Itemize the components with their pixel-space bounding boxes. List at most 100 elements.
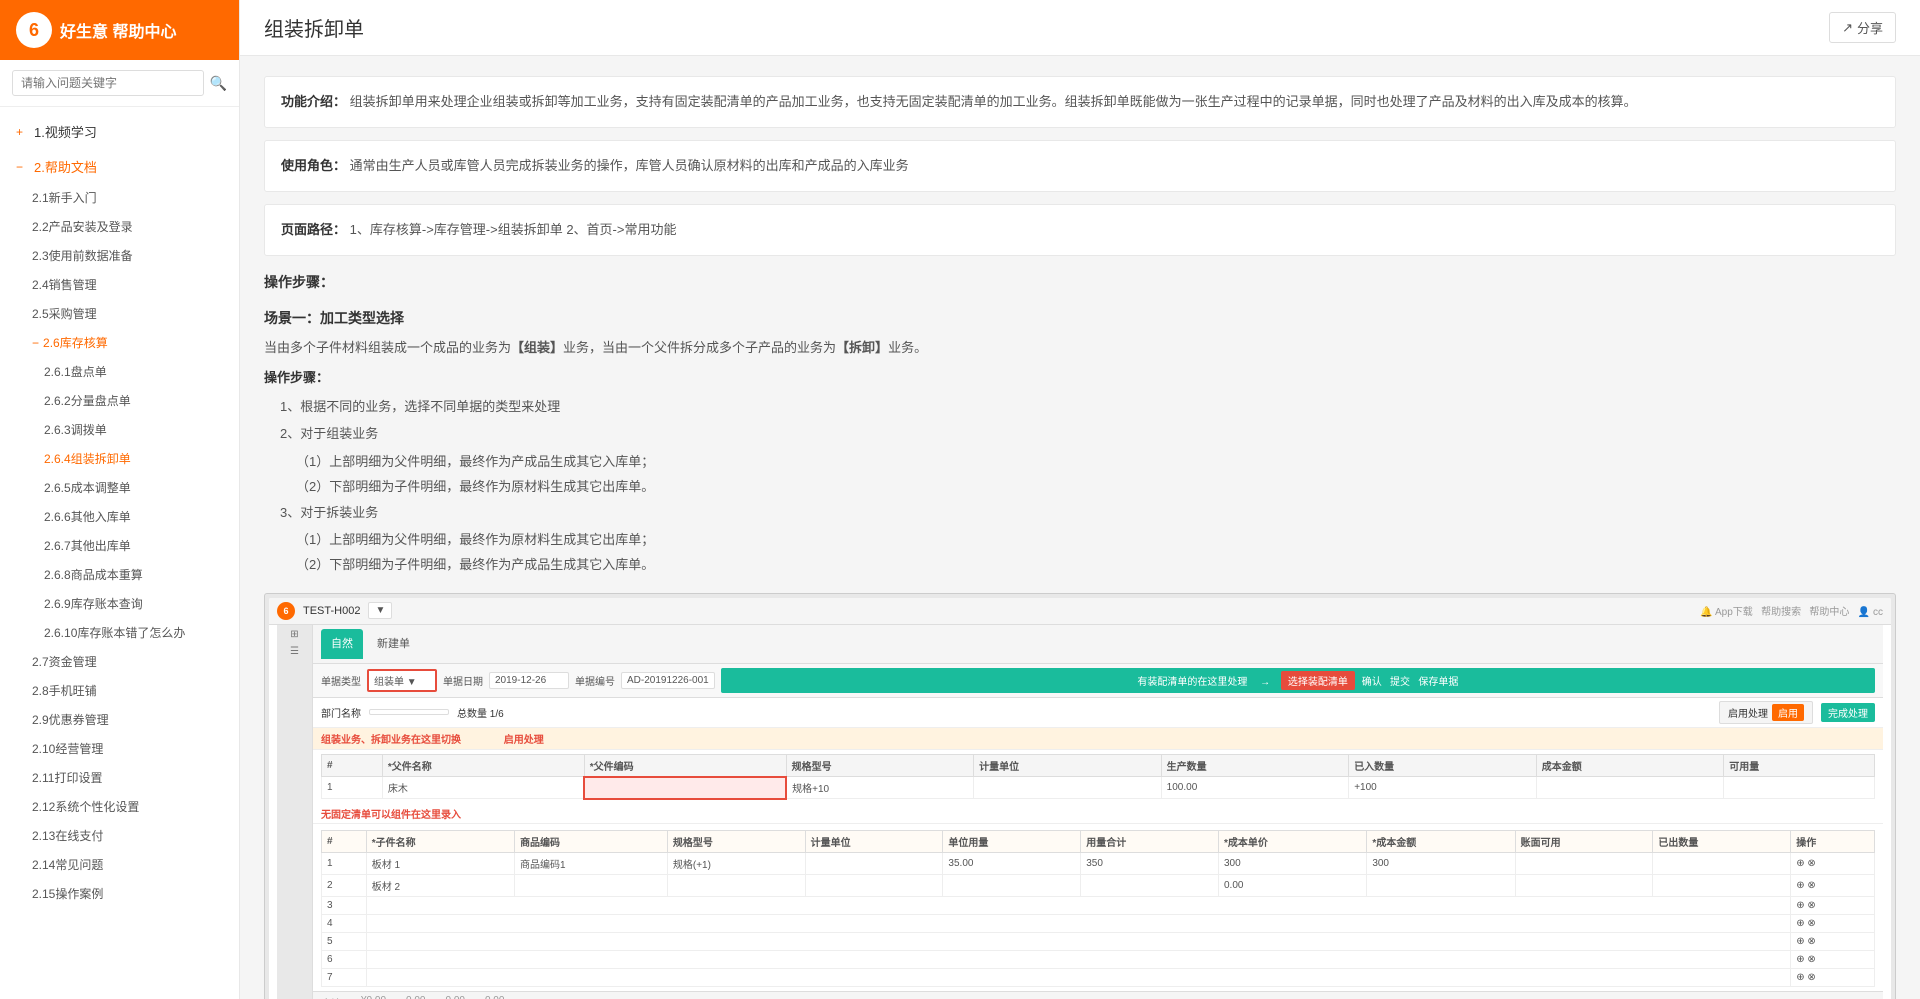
mock-enable-label: 启用处理 [1728,705,1768,720]
mock-topbar: 6 TEST-H002 ▼ 🔔 App下载 帮助搜索 帮助中心 👤 cc [269,598,1891,625]
step3: 3、对于拆装业务 [264,501,1896,524]
mock-icon-list: ☰ [290,646,299,657]
mock-select-bom-btn[interactable]: 选择装配清单 [1281,671,1355,690]
mock-cell-unit [974,777,1162,799]
mock-logo: 6 [277,602,295,620]
sidebar-item-cases[interactable]: 2.15操作案例 [0,879,239,908]
mock-cell-spec: 规格+10 [786,777,974,799]
mock-col-parent-name: *父件名称 [382,754,584,777]
mock-upper-row-1: 1 床木 规格+10 100.00 +100 [322,777,1875,799]
sidebar-item-label: 1.视频学习 [34,122,97,141]
sidebar-item-ledger-fix[interactable]: 2.6.10库存账本错了怎么办 [0,618,239,647]
mock-sub-col-unit: 计量单位 [805,830,943,852]
mock-order-label: 单据编号 [575,673,615,688]
sidebar-item-payment[interactable]: 2.13在线支付 [0,821,239,850]
mock-order-field[interactable]: AD-20191226-001 [621,672,715,689]
sidebar-item-ledger-query[interactable]: 2.6.9库存账本查询 [0,589,239,618]
sidebar-item-inventory[interactable]: − 2.6库存核算 [0,328,239,357]
sidebar-item-mobile[interactable]: 2.8手机旺铺 [0,676,239,705]
scene1-desc: 当由多个子件材料组装成一个成品的业务为【组装】业务，当由一个父件拆分成多个子产品… [264,336,1896,359]
nav-section-2: − 2.帮助文档 2.1新手入门 2.2产品安装及登录 2.3使用前数据准备 2… [0,150,239,908]
sidebar-item-finance[interactable]: 2.7资金管理 [0,647,239,676]
role-block: 使用角色： 通常由生产人员或库管人员完成拆装业务的操作，库管人员确认原材料的出库… [264,140,1896,192]
sidebar-item-cost-adjust[interactable]: 2.6.5成本调整单 [0,473,239,502]
mock-toolbar-1: 单据类型 组装单 ▼ 单据日期 2019-12-26 单据编号 AD-20191… [313,664,1883,698]
sidebar-item-sales[interactable]: 2.4销售管理 [0,270,239,299]
sidebar-item-docs[interactable]: − 2.帮助文档 [0,150,239,183]
mock-sub-col-total-qty: 用量合计 [1081,830,1219,852]
step1: 1、根据不同的业务，选择不同单据的类型来处理 [264,395,1896,418]
sidebar-item-video[interactable]: + 1.视频学习 [0,115,239,148]
app-logo-icon: 6 [16,12,52,48]
sidebar-item-purchase[interactable]: 2.5采购管理 [0,299,239,328]
role-label: 使用角色： [281,158,346,173]
mock-company: TEST-H002 [303,605,360,617]
mock-sub-row-5: 5 ⊕ ⊗ [322,932,1875,950]
search-input[interactable] [12,70,204,96]
mock-footer-total: 合计 [321,995,341,999]
mock-enable-box: 启用处理 启用 [1719,701,1813,724]
mock-sub-row-6: 6 ⊕ ⊗ [322,950,1875,968]
mock-dept-field[interactable] [369,709,449,715]
sidebar-item-partial-stocktake[interactable]: 2.6.2分量盘点单 [0,386,239,415]
mock-annotation-4: 无固定清单可以组件在这里录入 [313,804,1883,824]
mock-cell-seq: 1 [322,777,383,799]
mock-annotation-2-text: 组装业务、拆卸业务在这里切换 [321,735,461,746]
mock-sub-row-7: 7 ⊕ ⊗ [322,968,1875,986]
content-area: 功能介绍： 组装拆卸单用来处理企业组装或拆卸等加工业务，支持有固定装配清单的产品… [240,56,1920,999]
screenshot-container: 6 TEST-H002 ▼ 🔔 App下载 帮助搜索 帮助中心 👤 cc ⊞ ☰ [264,593,1896,999]
mock-annotation-3-text: 启用处理 [504,735,544,746]
mock-col-parent-code: *父件编码 [584,754,786,777]
mock-tab-new[interactable]: 新建单 [367,629,420,659]
mock-selector: ▼ [368,602,392,619]
mock-save-btn[interactable]: 完成处理 [1821,703,1875,722]
sidebar-item-install[interactable]: 2.2产品安装及登录 [0,212,239,241]
search-button[interactable]: 🔍 [210,75,227,92]
sidebar-item-personalize[interactable]: 2.12系统个性化设置 [0,792,239,821]
mock-col-in-qty: 已入数量 [1349,754,1537,777]
intro-label: 功能介绍： [281,94,346,109]
scene1-heading: 场景一：加工类型选择 [264,308,1896,328]
mock-upper-table: # *父件名称 *父件编码 规格型号 计量单位 生产数量 已入数量 成本金额 [321,754,1875,800]
mock-footer-cost1: ¥0.00 [361,995,386,999]
mock-dept-label: 部门名称 [321,705,361,720]
sidebar-item-other-in[interactable]: 2.6.6其他入库单 [0,502,239,531]
sidebar-item-coupon[interactable]: 2.9优惠券管理 [0,705,239,734]
mock-type-field[interactable]: 组装单 ▼ [367,669,437,692]
sidebar-item-other-out[interactable]: 2.6.7其他出库单 [0,531,239,560]
mock-sub-col-cost-amt: *成本金额 [1367,830,1515,852]
mock-date-label: 单据日期 [443,673,483,688]
mock-col-cost: 成本金额 [1536,754,1724,777]
mock-lower-table-container: # *子件名称 商品编码 规格型号 计量单位 单位用量 用量合计 *成本单价 [313,824,1883,991]
mock-cell-in-qty: +100 [1349,777,1537,799]
sidebar-item-transfer[interactable]: 2.6.3调拨单 [0,415,239,444]
sidebar-item-print[interactable]: 2.11打印设置 [0,763,239,792]
mock-cell-parent-name: 床木 [382,777,584,799]
mock-sub-row-3: 3 ⊕ ⊗ [322,896,1875,914]
mock-footer-qty: 0.00 [406,995,425,999]
sidebar-item-cost-recalc[interactable]: 2.6.8商品成本重算 [0,560,239,589]
sidebar-item-biz-mgmt[interactable]: 2.10经营管理 [0,734,239,763]
mock-nav-tabs: ⊞ ☰ 自然 新建单 单据类型 组装单 ▼ [269,625,1891,999]
mock-footer-cost3: 0.00 [485,995,504,999]
mock-annotation-1-text: 有装配清单的在这里处理 [1137,677,1247,688]
app-title: 好生意 帮助中心 [60,18,176,42]
mock-col-avail: 可用量 [1724,754,1875,777]
sidebar-item-assembly[interactable]: 2.6.4组装拆卸单 [0,444,239,473]
screenshot-inner: 6 TEST-H002 ▼ 🔔 App下载 帮助搜索 帮助中心 👤 cc ⊞ ☰ [269,598,1891,999]
sidebar-item-beginner[interactable]: 2.1新手入门 [0,183,239,212]
share-button[interactable]: ↗ 分享 [1829,12,1896,43]
sidebar-item-data-prep[interactable]: 2.3使用前数据准备 [0,241,239,270]
mock-enable-toggle[interactable]: 启用 [1772,704,1804,721]
mock-sub-col-cost-price: *成本单价 [1218,830,1366,852]
mock-sub-col-name: *子件名称 [366,830,514,852]
mock-sub-col-seq: # [322,830,367,852]
sidebar-item-stocktake[interactable]: 2.6.1盘点单 [0,357,239,386]
mock-sub-col-spec: 规格型号 [667,830,805,852]
mock-date-field[interactable]: 2019-12-26 [489,672,569,689]
mock-upper-table-container: # *父件名称 *父件编码 规格型号 计量单位 生产数量 已入数量 成本金额 [313,750,1883,804]
mock-sub-col-out-qty: 已出数量 [1653,830,1791,852]
mock-col-unit: 计量单位 [974,754,1162,777]
mock-tab-natural[interactable]: 自然 [321,629,363,659]
sidebar-item-faq[interactable]: 2.14常见问题 [0,850,239,879]
